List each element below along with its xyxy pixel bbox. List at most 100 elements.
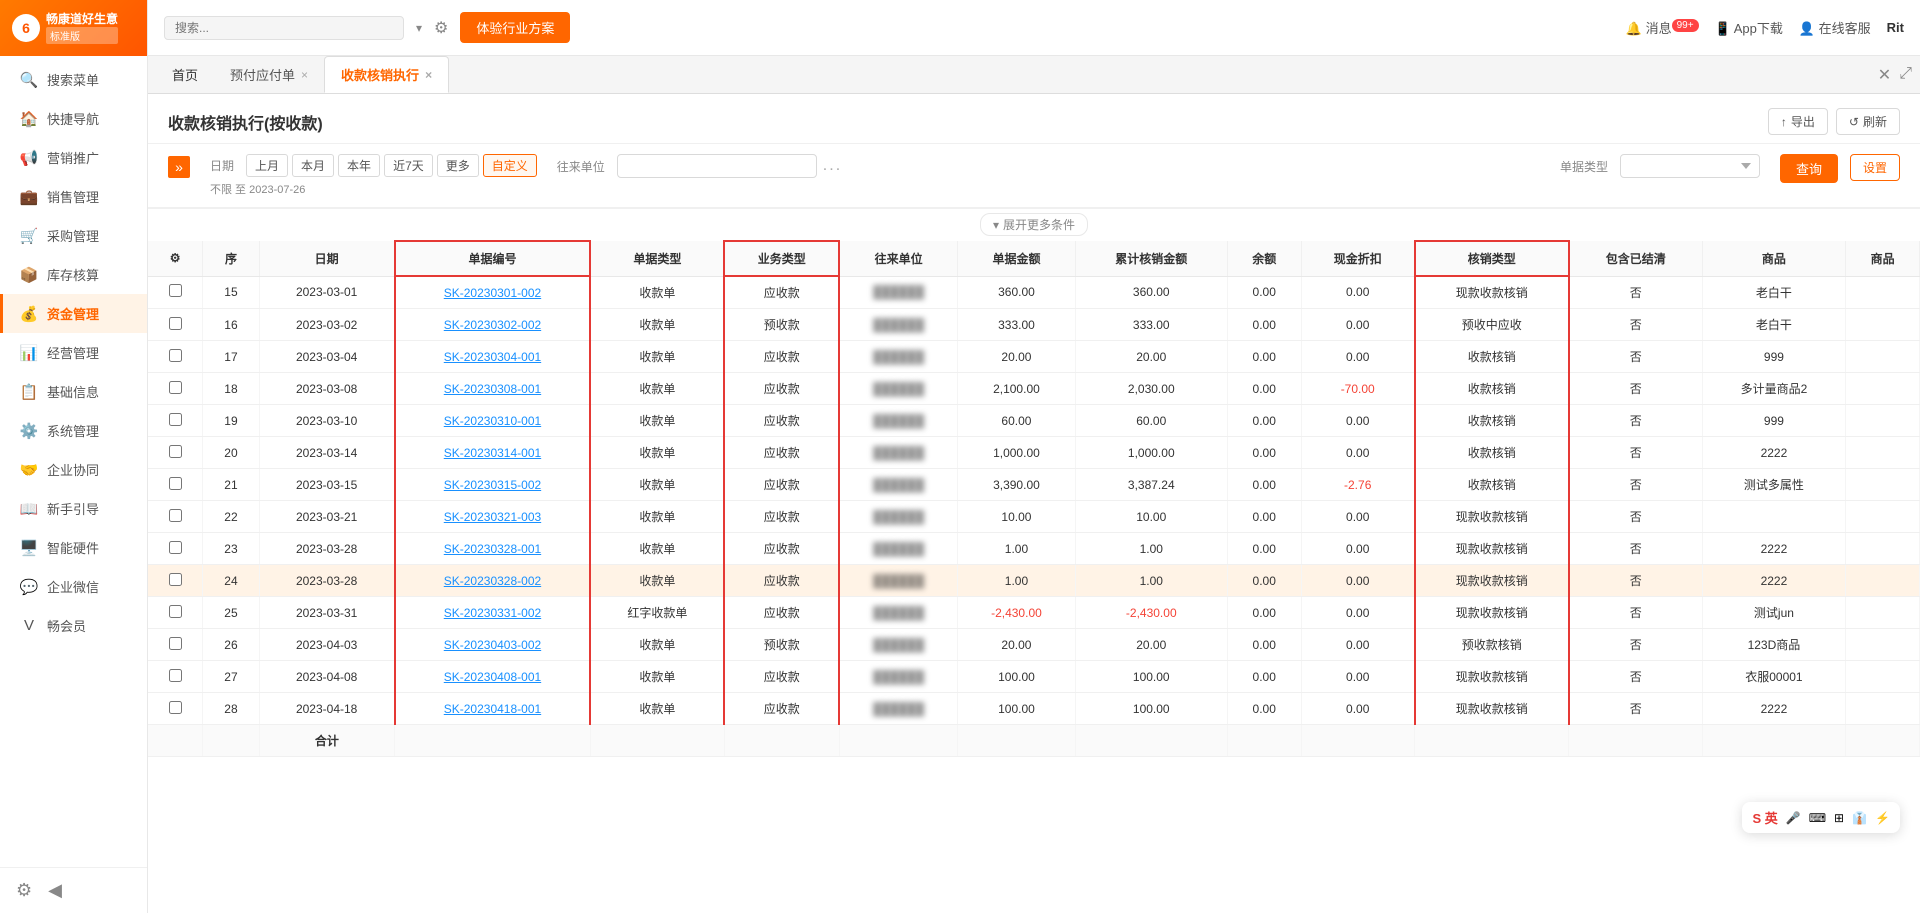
col-billno-header[interactable]: 单据编号 [395, 241, 590, 276]
table-row[interactable]: 26 2023-04-03 SK-20230403-002 收款单 预收款 ██… [148, 629, 1920, 661]
topbar-app-download[interactable]: 📱 App下载 [1715, 18, 1783, 37]
floating-power-icon[interactable]: ⚡ [1875, 811, 1890, 825]
cell-checkbox[interactable] [148, 341, 203, 373]
filter-custom[interactable]: 自定义 [483, 154, 537, 177]
table-row[interactable]: 16 2023-03-02 SK-20230302-002 收款单 预收款 ██… [148, 309, 1920, 341]
filter-billtype-select[interactable] [1620, 154, 1760, 178]
col-goods1-header[interactable]: 商品 [1702, 241, 1846, 276]
floating-shirt-icon[interactable]: 👔 [1852, 811, 1867, 825]
sidebar-item-marketing[interactable]: 📢营销推广 [0, 138, 147, 177]
sidebar-item-purchase[interactable]: 🛒采购管理 [0, 216, 147, 255]
table-row[interactable]: 15 2023-03-01 SK-20230301-002 收款单 应收款 ██… [148, 276, 1920, 309]
cell-billno[interactable]: SK-20230403-002 [395, 629, 590, 661]
topbar-gear-icon[interactable]: ⚙ [434, 18, 448, 38]
cell-billno[interactable]: SK-20230304-001 [395, 341, 590, 373]
sidebar-item-inventory[interactable]: 📦库存核算 [0, 255, 147, 294]
col-biztype-header[interactable]: 业务类型 [724, 241, 839, 276]
floating-mic-icon[interactable]: 🎤 [1786, 811, 1801, 825]
floating-grid-icon[interactable]: ⊞ [1834, 811, 1844, 825]
query-btn[interactable]: 查询 [1780, 154, 1838, 183]
cell-billno[interactable]: SK-20230315-002 [395, 469, 590, 501]
col-partner-header[interactable]: 往来单位 [839, 241, 958, 276]
topbar-search[interactable] [164, 16, 404, 40]
cell-billno[interactable]: SK-20230310-001 [395, 405, 590, 437]
sidebar-item-finance[interactable]: 💰资金管理 [0, 294, 147, 333]
tab-home[interactable]: 首页 [156, 57, 214, 92]
table-row[interactable]: 23 2023-03-28 SK-20230328-001 收款单 应收款 ██… [148, 533, 1920, 565]
filter-more[interactable]: 更多 [437, 154, 479, 177]
col-discount-header[interactable]: 现金折扣 [1301, 241, 1415, 276]
col-canceltype-header[interactable]: 核销类型 [1415, 241, 1569, 276]
tab-collection-close[interactable]: × [425, 68, 432, 82]
sidebar-item-quick[interactable]: 🏠快捷导航 [0, 99, 147, 138]
sidebar-item-wechat[interactable]: 💬企业微信 [0, 567, 147, 606]
export-btn[interactable]: ↑ 导出 [1768, 108, 1828, 135]
sidebar-item-system[interactable]: ⚙️系统管理 [0, 411, 147, 450]
col-balance-header[interactable]: 余额 [1227, 241, 1301, 276]
col-amount-header[interactable]: 单据金额 [958, 241, 1075, 276]
cell-billno[interactable]: SK-20230301-002 [395, 276, 590, 309]
col-cumamount-header[interactable]: 累计核销金额 [1075, 241, 1227, 276]
table-row[interactable]: 18 2023-03-08 SK-20230308-001 收款单 应收款 ██… [148, 373, 1920, 405]
collapse-icon[interactable]: ◀ [48, 880, 62, 901]
cell-checkbox[interactable] [148, 597, 203, 629]
tab-expand[interactable]: ⤢ [1899, 65, 1912, 85]
sidebar-item-search[interactable]: 🔍搜索菜单 [0, 60, 147, 99]
col-settled-header[interactable]: 包含已结清 [1569, 241, 1702, 276]
tab-collection[interactable]: 收款核销执行 × [324, 56, 449, 93]
table-row[interactable]: 25 2023-03-31 SK-20230331-002 红字收款单 应收款 … [148, 597, 1920, 629]
cell-billno[interactable]: SK-20230321-003 [395, 501, 590, 533]
cell-checkbox[interactable] [148, 373, 203, 405]
cell-checkbox[interactable] [148, 533, 203, 565]
filter-last-month[interactable]: 上月 [246, 154, 288, 177]
topbar-online-service[interactable]: 👤 在线客服 [1799, 18, 1871, 37]
cell-checkbox[interactable] [148, 629, 203, 661]
table-row[interactable]: 24 2023-03-28 SK-20230328-002 收款单 应收款 ██… [148, 565, 1920, 597]
cell-checkbox[interactable] [148, 661, 203, 693]
cell-billno[interactable]: SK-20230328-001 [395, 533, 590, 565]
table-row[interactable]: 22 2023-03-21 SK-20230321-003 收款单 应收款 ██… [148, 501, 1920, 533]
filter-this-year[interactable]: 本年 [338, 154, 380, 177]
filter-7days[interactable]: 近7天 [384, 154, 433, 177]
filter-toggle-btn[interactable]: » [168, 156, 190, 178]
sidebar-item-basic[interactable]: 📋基础信息 [0, 372, 147, 411]
cell-billno[interactable]: SK-20230308-001 [395, 373, 590, 405]
topbar-dropdown-icon[interactable]: ▾ [416, 21, 422, 35]
cell-billno[interactable]: SK-20230328-002 [395, 565, 590, 597]
sidebar-item-operation[interactable]: 📊经营管理 [0, 333, 147, 372]
filter-partner-dots[interactable]: ... [823, 157, 842, 175]
tab-prepay[interactable]: 预付应付单 × [214, 57, 324, 92]
sidebar-item-guide[interactable]: 📖新手引导 [0, 489, 147, 528]
cell-checkbox[interactable] [148, 693, 203, 725]
table-row[interactable]: 19 2023-03-10 SK-20230310-001 收款单 应收款 ██… [148, 405, 1920, 437]
table-row[interactable]: 28 2023-04-18 SK-20230418-001 收款单 应收款 ██… [148, 693, 1920, 725]
sidebar-item-member[interactable]: V畅会员 [0, 606, 147, 645]
settings-icon[interactable]: ⚙ [16, 880, 32, 901]
cell-checkbox[interactable] [148, 565, 203, 597]
cell-checkbox[interactable] [148, 437, 203, 469]
cell-billno[interactable]: SK-20230331-002 [395, 597, 590, 629]
cell-checkbox[interactable] [148, 276, 203, 309]
tab-close-all[interactable]: ✕ [1878, 65, 1891, 85]
cell-billno[interactable]: SK-20230314-001 [395, 437, 590, 469]
col-billtype-header[interactable]: 单据类型 [590, 241, 724, 276]
tab-prepay-close[interactable]: × [301, 68, 308, 82]
refresh-btn[interactable]: ↺ 刷新 [1836, 108, 1900, 135]
floating-keyboard-icon[interactable]: ⌨ [1809, 811, 1826, 825]
sidebar-item-sales[interactable]: 💼销售管理 [0, 177, 147, 216]
settings-filter-btn[interactable]: 设置 [1850, 154, 1900, 181]
col-date-header[interactable]: 日期 [259, 241, 395, 276]
table-row[interactable]: 21 2023-03-15 SK-20230315-002 收款单 应收款 ██… [148, 469, 1920, 501]
sidebar-item-hardware[interactable]: 🖥️智能硬件 [0, 528, 147, 567]
cell-checkbox[interactable] [148, 405, 203, 437]
cell-billno[interactable]: SK-20230418-001 [395, 693, 590, 725]
table-row[interactable]: 20 2023-03-14 SK-20230314-001 收款单 应收款 ██… [148, 437, 1920, 469]
col-goods2-header[interactable]: 商品 [1846, 241, 1920, 276]
filter-this-month[interactable]: 本月 [292, 154, 334, 177]
filter-partner-input[interactable] [617, 154, 817, 178]
sidebar-item-enterprise[interactable]: 🤝企业协同 [0, 450, 147, 489]
cell-billno[interactable]: SK-20230408-001 [395, 661, 590, 693]
table-row[interactable]: 27 2023-04-08 SK-20230408-001 收款单 应收款 ██… [148, 661, 1920, 693]
table-row[interactable]: 17 2023-03-04 SK-20230304-001 收款单 应收款 ██… [148, 341, 1920, 373]
expand-conditions-btn[interactable]: ▾ 展开更多条件 [980, 213, 1088, 236]
